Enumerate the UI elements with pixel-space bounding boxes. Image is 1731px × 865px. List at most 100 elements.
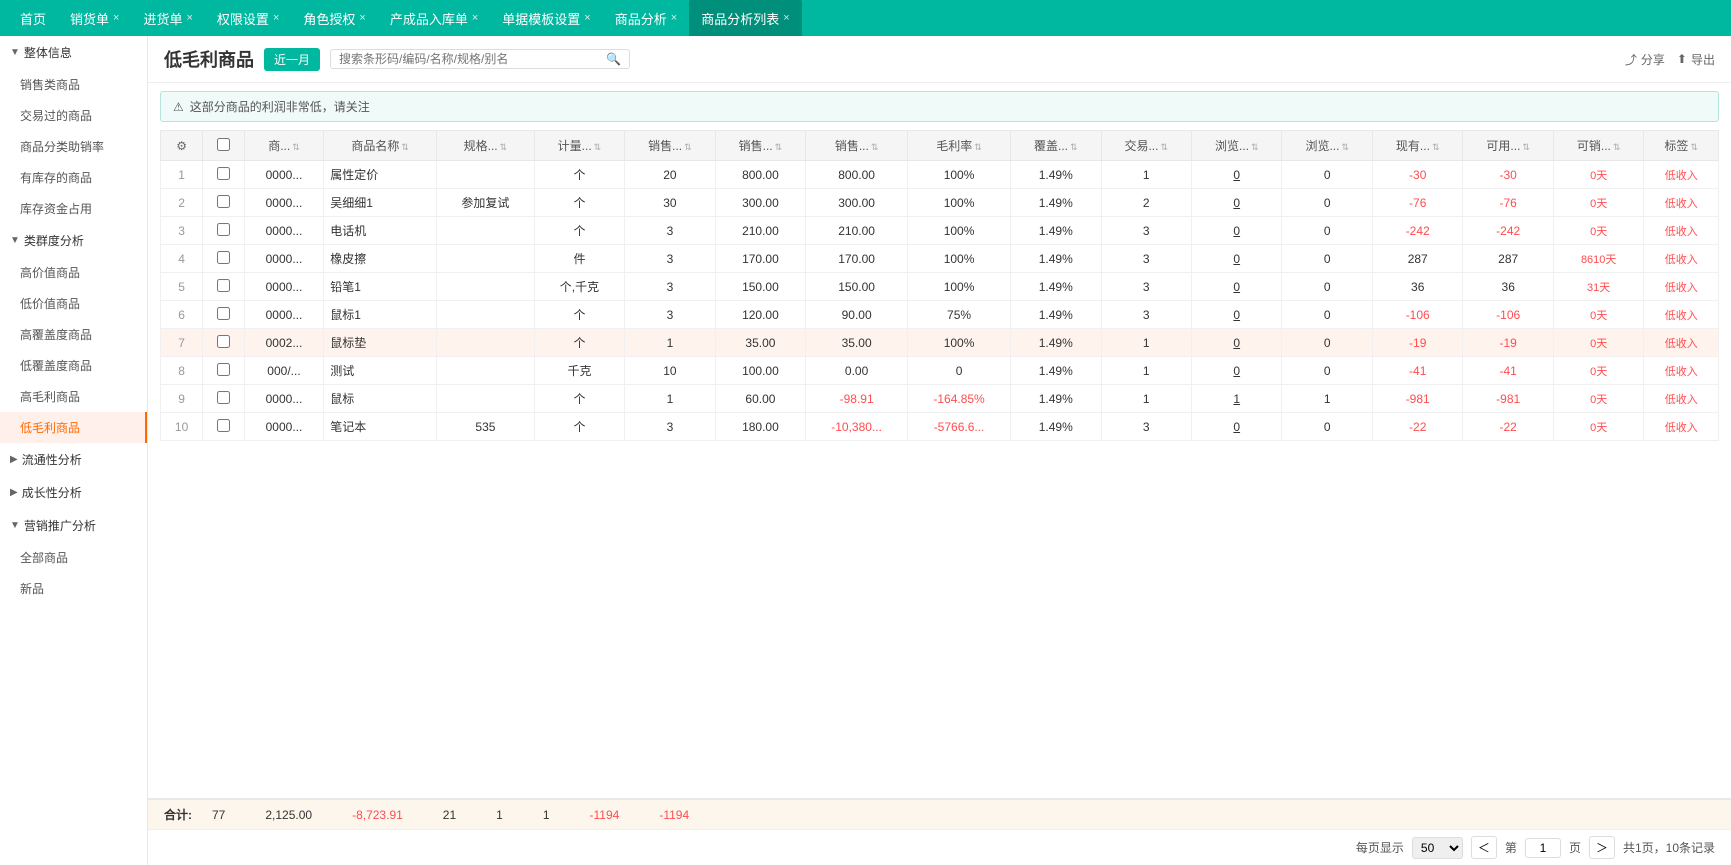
- browse-link-1[interactable]: 0: [1233, 308, 1240, 322]
- share-button[interactable]: ⤴ 分享: [1625, 51, 1665, 68]
- row-select-checkbox[interactable]: [217, 167, 230, 180]
- row-checkbox[interactable]: [203, 189, 245, 217]
- search-input[interactable]: [339, 52, 602, 66]
- col-header-settings[interactable]: ⚙: [161, 131, 203, 161]
- close-tab-icon[interactable]: ×: [113, 12, 119, 24]
- sidebar-item-全部商品[interactable]: 全部商品: [0, 542, 147, 573]
- browse-count-1[interactable]: 0: [1192, 245, 1282, 273]
- col-header-unit[interactable]: 计量...⇅: [534, 131, 624, 161]
- sidebar-item-高毛利商品[interactable]: 高毛利商品: [0, 381, 147, 412]
- nav-item-权限设置[interactable]: 权限设置×: [205, 0, 291, 36]
- col-header-transaction[interactable]: 交易...⇅: [1101, 131, 1191, 161]
- close-tab-icon[interactable]: ×: [783, 12, 789, 24]
- browse-count-1[interactable]: 0: [1192, 301, 1282, 329]
- sidebar-group-整体信息[interactable]: ▼整体信息: [0, 36, 147, 69]
- sidebar-item-高覆盖度商品[interactable]: 高覆盖度商品: [0, 319, 147, 350]
- close-tab-icon[interactable]: ×: [472, 12, 478, 24]
- close-tab-icon[interactable]: ×: [186, 12, 192, 24]
- browse-count-1[interactable]: 0: [1192, 357, 1282, 385]
- close-tab-icon[interactable]: ×: [359, 12, 365, 24]
- sidebar-item-新品[interactable]: 新品: [0, 573, 147, 604]
- browse-link-1[interactable]: 0: [1233, 196, 1240, 210]
- browse-link-1[interactable]: 0: [1233, 252, 1240, 266]
- col-header-sales_qty[interactable]: 销售...⇅: [625, 131, 715, 161]
- nav-item-首页[interactable]: 首页: [8, 0, 58, 36]
- col-header-sales_price[interactable]: 销售...⇅: [715, 131, 805, 161]
- browse-link-1[interactable]: 0: [1233, 224, 1240, 238]
- col-header-browse2[interactable]: 浏览...⇅: [1282, 131, 1372, 161]
- sidebar-item-库存资金占用[interactable]: 库存资金占用: [0, 193, 147, 224]
- browse-link-1[interactable]: 0: [1233, 420, 1240, 434]
- prev-page-button[interactable]: ＜: [1471, 836, 1497, 859]
- row-select-checkbox[interactable]: [217, 279, 230, 292]
- nav-item-销货单[interactable]: 销货单×: [58, 0, 131, 36]
- row-checkbox[interactable]: [203, 301, 245, 329]
- nav-item-商品分析列表[interactable]: 商品分析列表×: [689, 0, 801, 36]
- close-tab-icon[interactable]: ×: [273, 12, 279, 24]
- sidebar-item-高价值商品[interactable]: 高价值商品: [0, 257, 147, 288]
- close-tab-icon[interactable]: ×: [671, 12, 677, 24]
- row-select-checkbox[interactable]: [217, 251, 230, 264]
- select-all-checkbox[interactable]: [217, 138, 230, 151]
- sidebar-group-成长性分析[interactable]: ▶成长性分析: [0, 476, 147, 509]
- row-select-checkbox[interactable]: [217, 307, 230, 320]
- sidebar-group-类群度分析[interactable]: ▼类群度分析: [0, 224, 147, 257]
- browse-link-1[interactable]: 0: [1233, 280, 1240, 294]
- row-checkbox[interactable]: [203, 245, 245, 273]
- page-number-input[interactable]: [1525, 838, 1561, 858]
- sidebar-group-流通性分析[interactable]: ▶流通性分析: [0, 443, 147, 476]
- row-select-checkbox[interactable]: [217, 335, 230, 348]
- filter-button[interactable]: 近一月: [264, 48, 320, 71]
- sidebar-item-低覆盖度商品[interactable]: 低覆盖度商品: [0, 350, 147, 381]
- col-header-tag_label[interactable]: 标签⇅: [1644, 131, 1719, 161]
- row-select-checkbox[interactable]: [217, 419, 230, 432]
- browse-count-1[interactable]: 0: [1192, 273, 1282, 301]
- sidebar-item-低毛利商品[interactable]: 低毛利商品: [0, 412, 147, 443]
- nav-item-进货单[interactable]: 进货单×: [131, 0, 204, 36]
- row-select-checkbox[interactable]: [217, 363, 230, 376]
- col-header-saleable[interactable]: 可销...⇅: [1553, 131, 1643, 161]
- col-header-gross_rate[interactable]: 毛利率⇅: [908, 131, 1011, 161]
- browse-count-1[interactable]: 0: [1192, 217, 1282, 245]
- nav-item-商品分析[interactable]: 商品分析×: [603, 0, 689, 36]
- col-header-current_stock[interactable]: 现有...⇅: [1372, 131, 1462, 161]
- browse-count-1[interactable]: 0: [1192, 329, 1282, 357]
- nav-item-单据模板设置[interactable]: 单据模板设置×: [490, 0, 602, 36]
- row-checkbox[interactable]: [203, 385, 245, 413]
- col-header-browse1[interactable]: 浏览...⇅: [1192, 131, 1282, 161]
- row-checkbox[interactable]: [203, 161, 245, 189]
- browse-link-1[interactable]: 0: [1233, 168, 1240, 182]
- nav-item-产成品入库单[interactable]: 产成品入库单×: [378, 0, 490, 36]
- sidebar-group-营销推广分析[interactable]: ▼营销推广分析: [0, 509, 147, 542]
- row-checkbox[interactable]: [203, 217, 245, 245]
- col-header-spec[interactable]: 规格...⇅: [437, 131, 535, 161]
- settings-icon[interactable]: ⚙: [176, 139, 187, 153]
- col-header-name[interactable]: 商品名称⇅: [324, 131, 437, 161]
- browse-count-1[interactable]: 0: [1192, 413, 1282, 441]
- browse-link-1[interactable]: 0: [1233, 336, 1240, 350]
- row-select-checkbox[interactable]: [217, 223, 230, 236]
- sidebar-item-商品分类助销率[interactable]: 商品分类助销率: [0, 131, 147, 162]
- row-checkbox[interactable]: [203, 329, 245, 357]
- export-button[interactable]: ⬆ 导出: [1677, 51, 1715, 68]
- row-checkbox[interactable]: [203, 357, 245, 385]
- next-page-button[interactable]: ＞: [1589, 836, 1615, 859]
- sidebar-item-低价值商品[interactable]: 低价值商品: [0, 288, 147, 319]
- col-header-sales_profit[interactable]: 销售...⇅: [806, 131, 908, 161]
- browse-link-1[interactable]: 0: [1233, 364, 1240, 378]
- sidebar-item-销售类商品[interactable]: 销售类商品: [0, 69, 147, 100]
- nav-item-角色授权[interactable]: 角色授权×: [291, 0, 377, 36]
- row-select-checkbox[interactable]: [217, 391, 230, 404]
- row-checkbox[interactable]: [203, 413, 245, 441]
- browse-count-1[interactable]: 1: [1192, 385, 1282, 413]
- page-size-select[interactable]: 50 100: [1412, 837, 1463, 859]
- sidebar-item-有库存的商品[interactable]: 有库存的商品: [0, 162, 147, 193]
- col-header-coverage[interactable]: 覆盖...⇅: [1011, 131, 1101, 161]
- col-header-code[interactable]: 商...⇅: [244, 131, 324, 161]
- row-checkbox[interactable]: [203, 273, 245, 301]
- browse-count-1[interactable]: 0: [1192, 189, 1282, 217]
- browse-count-1[interactable]: 0: [1192, 161, 1282, 189]
- col-header-available[interactable]: 可用...⇅: [1463, 131, 1553, 161]
- col-header-checkbox[interactable]: [203, 131, 245, 161]
- sidebar-item-交易过的商品[interactable]: 交易过的商品: [0, 100, 147, 131]
